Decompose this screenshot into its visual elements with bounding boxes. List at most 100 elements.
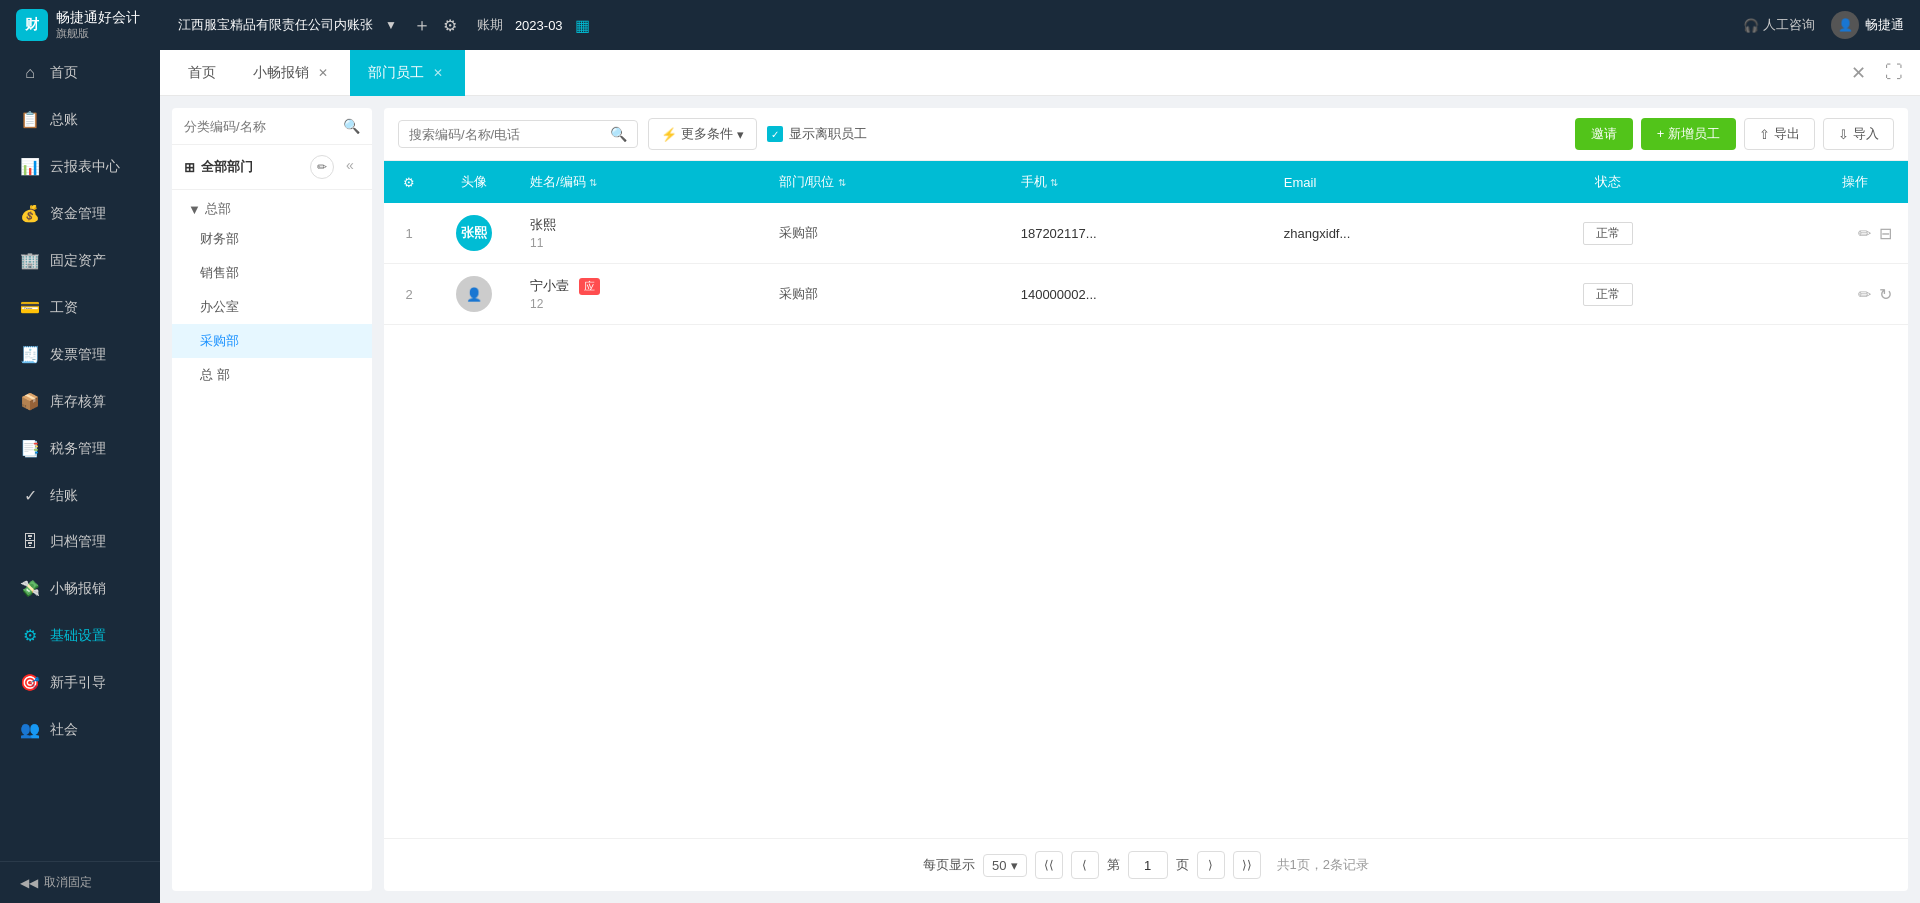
dept-collapse-btn[interactable]: « [340, 155, 360, 175]
guide-icon: 🎯 [20, 673, 40, 692]
home-icon: ⌂ [20, 64, 40, 82]
employee-name-cell: 宁小壹 应 12 [514, 264, 763, 325]
ledger-icon: 📋 [20, 110, 40, 129]
name-code-block: 张熙 11 [530, 216, 747, 250]
sidebar: ⌂ 首页 📋 总账 📊 云报表中心 💰 资金管理 🏢 固定资产 💳 工资 🧾 发… [0, 50, 160, 903]
tab-home[interactable]: 首页 [170, 50, 235, 96]
status-badge: 正常 [1583, 222, 1633, 245]
invite-button[interactable]: 邀请 [1575, 118, 1633, 150]
col-settings[interactable]: ⚙ [384, 161, 434, 203]
pin-icon: ◀◀ [20, 876, 38, 890]
settings-icon[interactable]: ⚙ [443, 16, 457, 35]
tab-expand[interactable]: ⛶ [1880, 59, 1908, 87]
sidebar-item-tax[interactable]: 📑 税务管理 [0, 425, 160, 472]
assets-icon: 🏢 [20, 251, 40, 270]
sidebar-item-label: 新手引导 [50, 674, 106, 692]
sidebar-item-guide[interactable]: 🎯 新手引导 [0, 659, 160, 706]
pending-badge: 应 [579, 278, 600, 295]
sidebar-item-closing[interactable]: ✓ 结账 [0, 472, 160, 519]
edit-icon[interactable]: ✏ [1858, 224, 1871, 243]
col-status: 状态 [1508, 161, 1708, 203]
sidebar-item-reports[interactable]: 📊 云报表中心 [0, 143, 160, 190]
tab-expense-close[interactable]: ✕ [315, 65, 331, 81]
sidebar-item-archive[interactable]: 🗄 归档管理 [0, 519, 160, 565]
col-phone[interactable]: 手机 ⇅ [1005, 161, 1268, 203]
sidebar-item-label: 资金管理 [50, 205, 106, 223]
dept-item-hq[interactable]: 总 部 [172, 358, 372, 392]
sidebar-item-expense[interactable]: 💸 小畅报销 [0, 565, 160, 612]
employee-phone: 140000002... [1005, 264, 1268, 325]
sidebar-item-settings[interactable]: ⚙ 基础设置 [0, 612, 160, 659]
employee-name-cell: 张熙 11 [514, 203, 763, 264]
col-dept[interactable]: 部门/职位 ⇅ [763, 161, 1005, 203]
filter-button[interactable]: ⚡ 更多条件 ▾ [648, 118, 757, 150]
employee-dept: 采购部 [763, 203, 1005, 264]
export-button[interactable]: ⇧ 导出 [1744, 118, 1815, 150]
filter-arrow: ▾ [737, 127, 744, 142]
add-emp-button[interactable]: + 新增员工 [1641, 118, 1736, 150]
tab-close-window[interactable]: ✕ [1844, 59, 1872, 87]
sidebar-item-payroll[interactable]: 💳 工资 [0, 284, 160, 331]
dept-group-header[interactable]: ▼ 总部 [172, 196, 372, 222]
refresh-icon[interactable]: ↻ [1879, 285, 1892, 304]
logout-icon[interactable]: ⊟ [1879, 224, 1892, 243]
per-page-value: 50 [992, 858, 1006, 873]
emp-search-icon[interactable]: 🔍 [610, 126, 627, 142]
add-company-button[interactable]: ＋ [413, 13, 431, 37]
logo-icon: 财 [16, 9, 48, 41]
row-number: 2 [384, 264, 434, 325]
sidebar-item-ledger[interactable]: 📋 总账 [0, 96, 160, 143]
next-page-icon: ⟩ [1208, 858, 1213, 872]
status-badge: 正常 [1583, 283, 1633, 306]
emp-search-input[interactable] [409, 127, 604, 142]
tab-employees-close[interactable]: ✕ [430, 65, 446, 81]
toolbar-right: 邀请 + 新增员工 ⇧ 导出 ⇩ 导入 [1575, 118, 1894, 150]
first-page-button[interactable]: ⟨⟨ [1035, 851, 1063, 879]
tab-expense[interactable]: 小畅报销 ✕ [235, 50, 350, 96]
sidebar-item-home[interactable]: ⌂ 首页 [0, 50, 160, 96]
edit-icon[interactable]: ✏ [1858, 285, 1871, 304]
sidebar-item-social[interactable]: 👥 社会 [0, 706, 160, 753]
next-page-button[interactable]: ⟩ [1197, 851, 1225, 879]
dept-item-purchase[interactable]: 采购部 [172, 324, 372, 358]
all-dept-label[interactable]: ⊞ 全部部门 [184, 158, 253, 176]
support-label: 人工咨询 [1763, 16, 1815, 34]
table-header-row: ⚙ 头像 姓名/编码 ⇅ 部门/职位 ⇅ 手机 ⇅ Email 状态 操作 [384, 161, 1908, 203]
import-icon: ⇩ [1838, 127, 1849, 142]
company-dropdown[interactable]: ▼ [385, 18, 397, 32]
tab-employees[interactable]: 部门员工 ✕ [350, 50, 465, 96]
import-button[interactable]: ⇩ 导入 [1823, 118, 1894, 150]
dept-item-finance[interactable]: 财务部 [172, 222, 372, 256]
col-name[interactable]: 姓名/编码 ⇅ [514, 161, 763, 203]
employee-email [1268, 264, 1508, 325]
sidebar-item-inventory[interactable]: 📦 库存核算 [0, 378, 160, 425]
sidebar-item-assets[interactable]: 🏢 固定资产 [0, 237, 160, 284]
sidebar-item-label: 发票管理 [50, 346, 106, 364]
sidebar-item-invoice[interactable]: 🧾 发票管理 [0, 331, 160, 378]
unpin-button[interactable]: ◀◀ 取消固定 [0, 861, 160, 903]
dept-search-icon[interactable]: 🔍 [343, 118, 360, 134]
user-area[interactable]: 👤 畅捷通 [1831, 11, 1904, 39]
page-content: 🔍 ⊞ 全部部门 ✏ « ▼ 总部 [160, 96, 1920, 903]
dept-item-office[interactable]: 办公室 [172, 290, 372, 324]
dept-search-input[interactable] [184, 119, 337, 134]
col-action: 操作 [1708, 161, 1908, 203]
calendar-icon[interactable]: ▦ [575, 16, 590, 35]
avatar-circle: 张熙 [456, 215, 492, 251]
period-label: 账期 [477, 16, 503, 34]
sidebar-item-funds[interactable]: 💰 资金管理 [0, 190, 160, 237]
col-email: Email [1268, 161, 1508, 203]
tabs-right: ✕ ⛶ [1844, 59, 1920, 87]
tab-home-label: 首页 [188, 64, 216, 82]
page-number-input[interactable] [1128, 851, 1168, 879]
last-page-button[interactable]: ⟩⟩ [1233, 851, 1261, 879]
per-page-select[interactable]: 50 ▾ [983, 854, 1026, 877]
dept-item-label: 总 部 [200, 367, 230, 382]
show-resigned-toggle[interactable]: ✓ 显示离职员工 [767, 125, 867, 143]
dept-edit-btn[interactable]: ✏ [310, 155, 334, 179]
inventory-icon: 📦 [20, 392, 40, 411]
support-button[interactable]: 🎧 人工咨询 [1743, 16, 1815, 34]
prev-page-button[interactable]: ⟨ [1071, 851, 1099, 879]
dept-item-sales[interactable]: 销售部 [172, 256, 372, 290]
filter-label: 更多条件 [681, 125, 733, 143]
